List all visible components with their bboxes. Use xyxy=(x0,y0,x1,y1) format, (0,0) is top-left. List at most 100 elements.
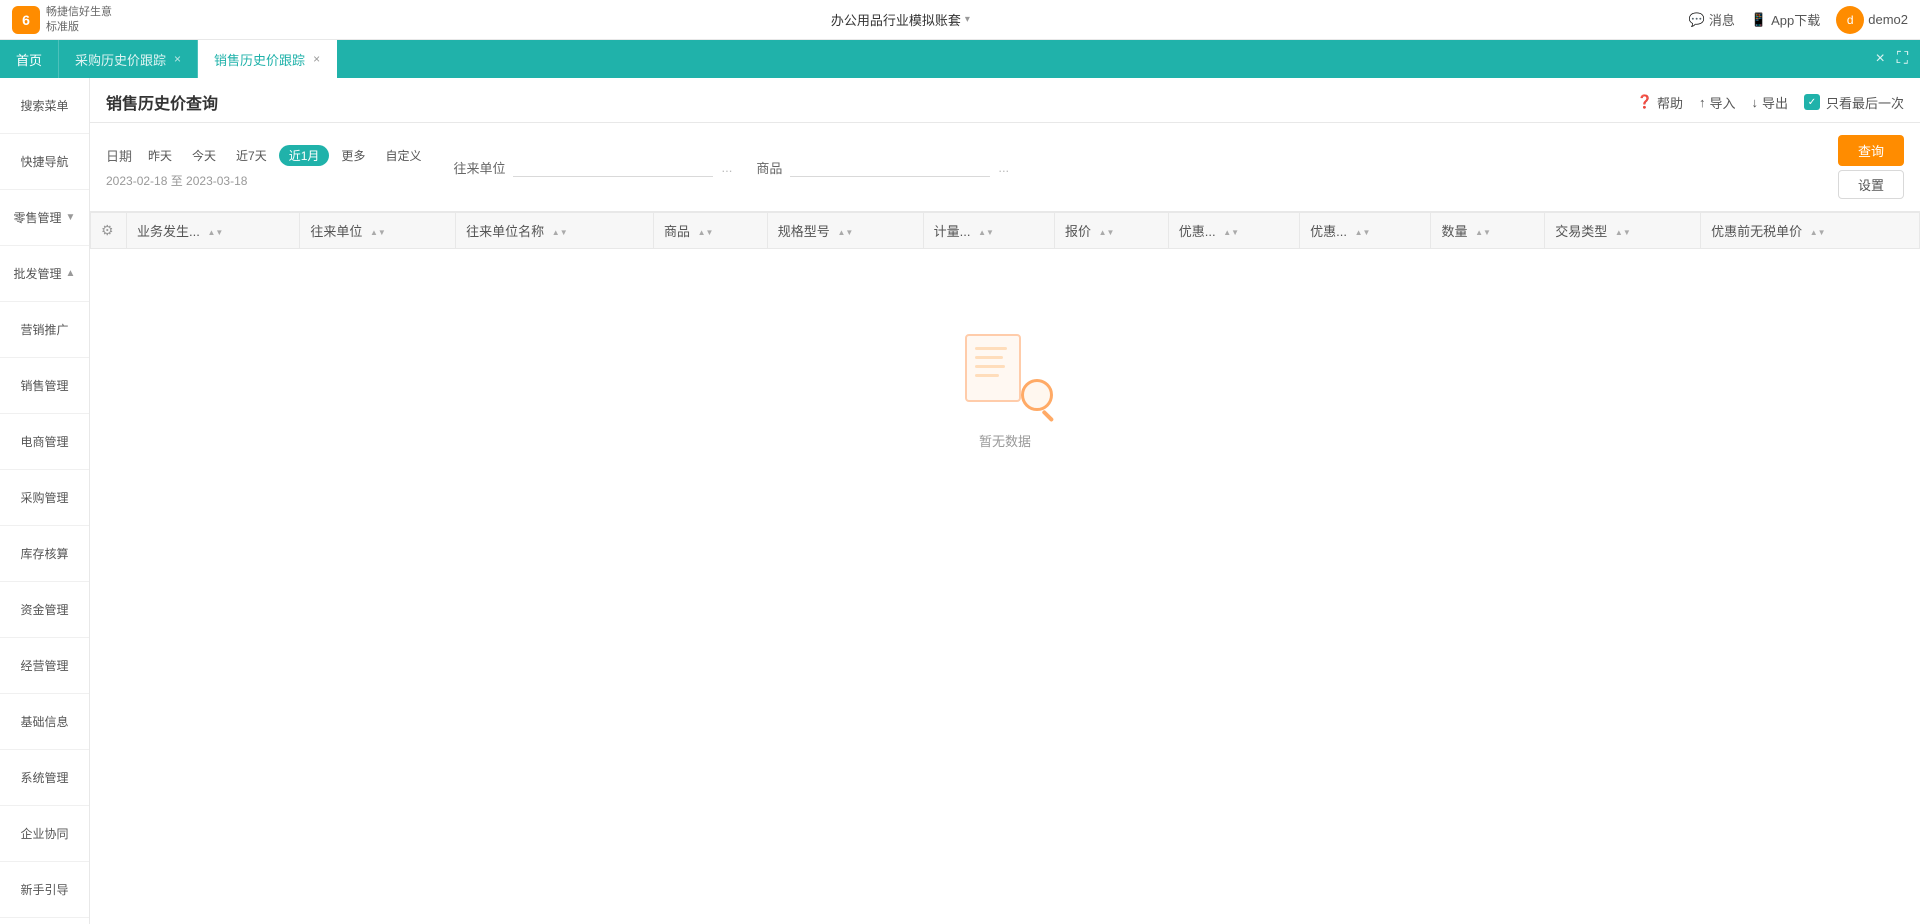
sidebar-item-purchase-mgmt[interactable]: 采购管理 xyxy=(0,470,89,526)
date-btn-more[interactable]: 更多 xyxy=(333,145,373,166)
sidebar-item-new-guide[interactable]: 新手引导 xyxy=(0,862,89,918)
main-layout: 搜索菜单 快捷导航 零售管理 ▼ 批发管理 ▲ 营销推广 销售管理 电商管理 采… xyxy=(0,78,1920,924)
sort-icon[interactable]: ▲▼ xyxy=(1475,228,1491,237)
app-download-label: App下载 xyxy=(1771,10,1820,29)
sort-icon[interactable]: ▲▼ xyxy=(552,228,568,237)
app-icon: 📱 xyxy=(1751,12,1767,28)
table-col-qty: 数量 ▲▼ xyxy=(1431,213,1545,249)
sort-icon[interactable]: ▲▼ xyxy=(837,228,853,237)
sidebar: 搜索菜单 快捷导航 零售管理 ▼ 批发管理 ▲ 营销推广 销售管理 电商管理 采… xyxy=(0,78,90,924)
sidebar-quick-nav-label: 快捷导航 xyxy=(20,153,68,170)
table-col-unit: 计量... ▲▼ xyxy=(923,213,1054,249)
app-download-button[interactable]: 📱 App下载 xyxy=(1751,10,1820,29)
date-btn-7days[interactable]: 近7天 xyxy=(228,145,275,166)
message-icon: 💬 xyxy=(1689,12,1705,28)
page-title: 销售历史价查询 xyxy=(106,90,218,114)
workspace-label: 办公用品行业模拟账套 xyxy=(831,10,961,29)
sort-icon[interactable]: ▲▼ xyxy=(1810,228,1826,237)
sidebar-item-sales-mgmt[interactable]: 销售管理 xyxy=(0,358,89,414)
partner-input[interactable] xyxy=(513,157,713,177)
illustration-magnifier xyxy=(1021,379,1053,411)
sidebar-purchase-mgmt-label: 采购管理 xyxy=(20,489,68,506)
page-header-actions: ❓ 帮助 ↑ 导入 ↓ 导出 ✓ 只看最后一次 xyxy=(1637,93,1904,112)
user-area[interactable]: d demo2 xyxy=(1836,6,1908,34)
tab-expand-icon[interactable]: ⛶ xyxy=(1897,50,1908,68)
product-dots-icon[interactable]: ... xyxy=(998,160,1009,175)
date-filter-group: 日期 昨天 今天 近7天 近1月 更多 自定义 xyxy=(106,145,429,166)
tab-purchase-close-icon[interactable]: × xyxy=(174,52,181,66)
tab-close-all-icon[interactable]: × xyxy=(1875,50,1884,68)
workspace-selector[interactable]: 办公用品行业模拟账套 ▾ xyxy=(831,10,970,29)
sort-icon[interactable]: ▲▼ xyxy=(978,228,994,237)
top-bar-right: 💬 消息 📱 App下载 d demo2 xyxy=(1689,6,1908,34)
date-btn-yesterday[interactable]: 昨天 xyxy=(140,145,180,166)
export-icon: ↓ xyxy=(1751,95,1758,110)
table-col-quote: 报价 ▲▼ xyxy=(1054,213,1168,249)
table-settings-icon[interactable]: ⚙ xyxy=(101,222,114,238)
sidebar-item-quick-nav[interactable]: 快捷导航 xyxy=(0,134,89,190)
sidebar-item-enterprise-collab[interactable]: 企业协同 xyxy=(0,806,89,862)
query-button[interactable]: 查询 xyxy=(1838,135,1904,166)
workspace-chevron-icon: ▾ xyxy=(965,14,970,25)
sidebar-item-system-settings[interactable]: 系统管理 xyxy=(0,750,89,806)
help-icon: ❓ xyxy=(1637,94,1653,110)
sidebar-item-inventory-check[interactable]: 库存核算 xyxy=(0,526,89,582)
tab-sales-close-icon[interactable]: × xyxy=(313,52,320,66)
table-wrapper: ⚙ 业务发生... ▲▼ 往来单位 ▲▼ 往来单位名称 xyxy=(90,212,1920,530)
help-label: 帮助 xyxy=(1657,93,1683,112)
sort-icon[interactable]: ▲▼ xyxy=(698,228,714,237)
sort-icon[interactable]: ▲▼ xyxy=(1099,228,1115,237)
top-bar-left: 6 畅捷信好生意 标准版 xyxy=(12,5,112,34)
sort-icon[interactable]: ▲▼ xyxy=(1615,228,1631,237)
sidebar-item-wholesale-mgmt[interactable]: 批发管理 ▲ xyxy=(0,246,89,302)
content-area: 销售历史价查询 ❓ 帮助 ↑ 导入 ↓ 导出 ✓ xyxy=(90,78,1920,924)
sort-icon[interactable]: ▲▼ xyxy=(370,228,386,237)
tab-purchase-label: 采购历史价跟踪 xyxy=(75,50,166,69)
sidebar-item-operations-mgmt[interactable]: 经营管理 xyxy=(0,638,89,694)
sort-icon[interactable]: ▲▼ xyxy=(207,228,223,237)
sidebar-item-marketing-promo[interactable]: 营销推广 xyxy=(0,302,89,358)
illustration-handle xyxy=(1042,409,1054,421)
sidebar-sales-mgmt-label: 销售管理 xyxy=(20,377,68,394)
sidebar-wholesale-mgmt-label: 批发管理 xyxy=(14,265,62,282)
sidebar-item-finance-mgmt[interactable]: 资金管理 xyxy=(0,582,89,638)
table-col-product: 商品 ▲▼ xyxy=(653,213,767,249)
sort-icon[interactable]: ▲▼ xyxy=(1355,228,1371,237)
date-btn-1month[interactable]: 近1月 xyxy=(279,145,330,166)
help-button[interactable]: ❓ 帮助 xyxy=(1637,93,1683,112)
sidebar-item-app-center[interactable]: 应用中心 xyxy=(0,918,89,924)
tab-bar-right-actions: × ⛶ xyxy=(1875,50,1920,68)
sidebar-item-search-menu[interactable]: 搜索菜单 xyxy=(0,78,89,134)
logo-text: 畅捷信好生意 标准版 xyxy=(46,5,112,34)
user-name: demo2 xyxy=(1868,12,1908,27)
partner-dots-icon[interactable]: ... xyxy=(721,160,732,175)
table-col-trade-type: 交易类型 ▲▼ xyxy=(1545,213,1701,249)
table-col-pretax-price: 优惠前无税单价 ▲▼ xyxy=(1701,213,1920,249)
tab-sales-label: 销售历史价跟踪 xyxy=(214,50,305,69)
message-button[interactable]: 💬 消息 xyxy=(1689,10,1735,29)
import-button[interactable]: ↑ 导入 xyxy=(1699,93,1736,112)
sidebar-marketing-promo-label: 营销推广 xyxy=(20,321,68,338)
tab-purchase-history[interactable]: 采购历史价跟踪 × xyxy=(59,40,198,78)
sidebar-item-ecommerce-mgmt[interactable]: 电商管理 xyxy=(0,414,89,470)
sidebar-item-basic-info[interactable]: 基础信息 xyxy=(0,694,89,750)
tab-home[interactable]: 首页 xyxy=(0,40,59,78)
sidebar-basic-info-label: 基础信息 xyxy=(20,713,68,730)
tab-home-label: 首页 xyxy=(16,50,42,69)
date-label: 日期 xyxy=(106,146,132,165)
tab-sales-history[interactable]: 销售历史价跟踪 × xyxy=(198,40,337,78)
illustration-lines xyxy=(975,347,1007,377)
date-range-text: 2023-02-18 至 2023-03-18 xyxy=(106,172,429,189)
sort-icon[interactable]: ▲▼ xyxy=(1223,228,1239,237)
only-last-checkbox[interactable]: ✓ 只看最后一次 xyxy=(1804,93,1904,112)
settings-button[interactable]: 设置 xyxy=(1838,170,1904,199)
product-input[interactable] xyxy=(790,157,990,177)
partner-filter-group: 往来单位 ... xyxy=(453,157,732,177)
sidebar-item-retail-mgmt[interactable]: 零售管理 ▼ xyxy=(0,190,89,246)
sidebar-new-guide-label: 新手引导 xyxy=(20,881,68,898)
product-label: 商品 xyxy=(756,158,782,177)
export-button[interactable]: ↓ 导出 xyxy=(1751,93,1788,112)
date-btn-today[interactable]: 今天 xyxy=(184,145,224,166)
date-btn-custom[interactable]: 自定义 xyxy=(377,145,429,166)
sidebar-inventory-check-label: 库存核算 xyxy=(20,545,68,562)
